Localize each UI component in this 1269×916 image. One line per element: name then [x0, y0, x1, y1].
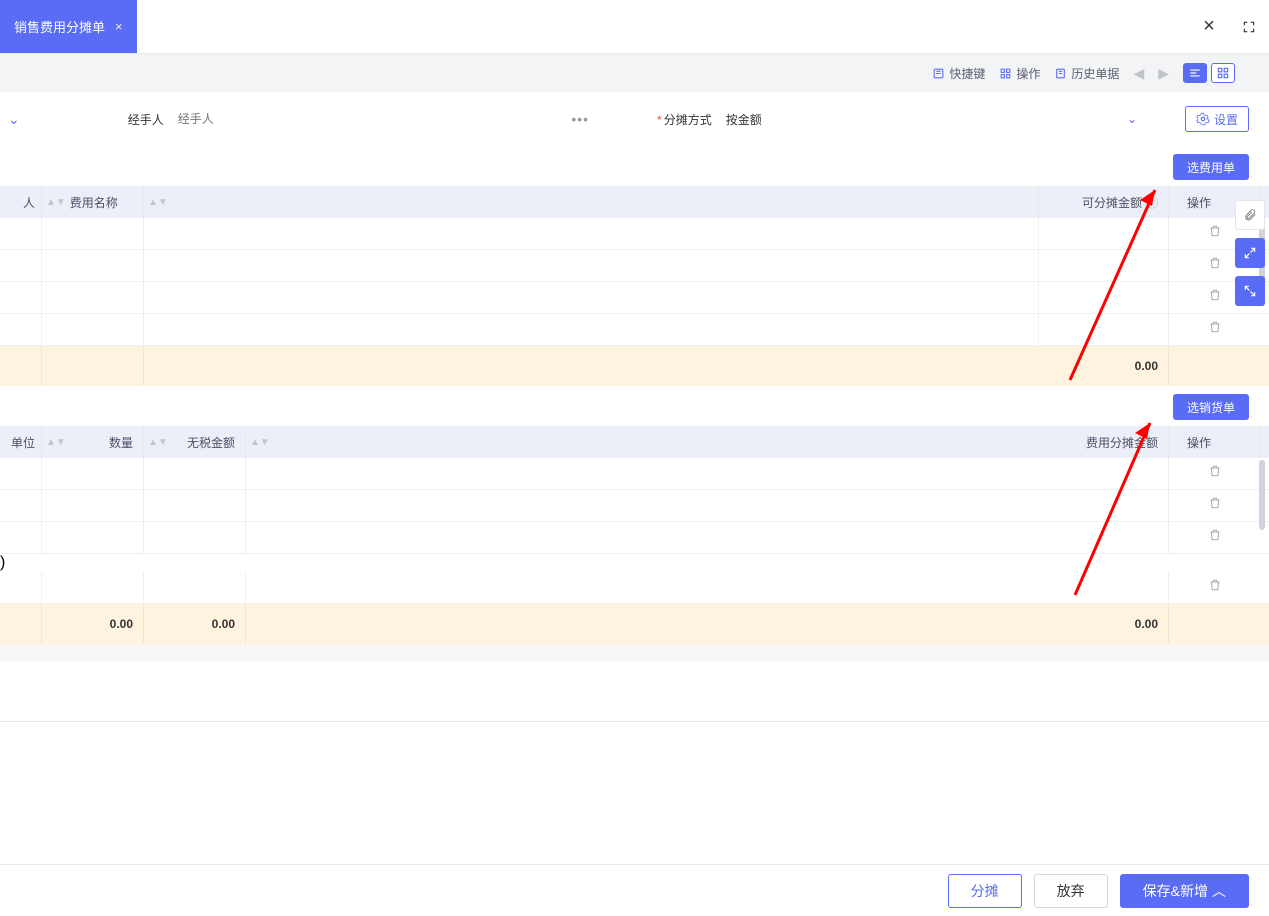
method-label: *分摊方式 — [657, 111, 712, 128]
tab-bar: 销售费用分摊单 × × — [0, 0, 1269, 54]
footer: 分摊 放弃 保存&新增︿ — [0, 864, 1269, 916]
tab-close-icon[interactable]: × — [115, 19, 123, 34]
sum-alloc: 0.00 — [1135, 359, 1158, 373]
col-d: 操作 — [1187, 194, 1211, 211]
save-new-button[interactable]: 保存&新增︿ — [1120, 874, 1249, 908]
sales-grid-body: ) — [0, 458, 1269, 604]
table-row[interactable] — [0, 250, 1269, 282]
delete-icon[interactable] — [1208, 320, 1222, 339]
table-row[interactable] — [0, 572, 1269, 604]
col-d: 费用分摊金额 — [1086, 434, 1158, 451]
table-row[interactable] — [0, 282, 1269, 314]
col-c: 无税金额 — [187, 434, 235, 451]
fullscreen-icon[interactable] — [1229, 0, 1269, 53]
delete-icon[interactable] — [1208, 496, 1222, 515]
expense-grid-sum: 0.00 — [0, 346, 1269, 386]
form-row: ⌄ 经手人 ••• *分摊方式 ⌄ 设置 — [0, 92, 1269, 146]
expand-in-icon[interactable] — [1235, 276, 1265, 306]
expense-grid-header: 人 ▲▼ 费用名称 ▲▼ 可分摊金额ⓘ 操作 — [0, 186, 1269, 218]
delete-icon[interactable] — [1208, 528, 1222, 547]
delete-icon[interactable] — [1208, 578, 1222, 597]
sort-icon[interactable]: ▲▼ — [46, 200, 66, 205]
operate-label: 操作 — [1016, 65, 1040, 82]
history-label: 历史单据 — [1071, 65, 1119, 82]
discard-button[interactable]: 放弃 — [1034, 874, 1108, 908]
operate-link[interactable]: 操作 — [999, 65, 1040, 82]
view-mode-toggle — [1183, 63, 1235, 83]
spacer — [0, 644, 1269, 662]
method-field[interactable]: ⌄ — [726, 112, 1137, 126]
prev-arrow-icon[interactable]: ◀ — [1133, 65, 1144, 82]
expense-grid: 人 ▲▼ 费用名称 ▲▼ 可分摊金额ⓘ 操作 0.00 — [0, 186, 1269, 386]
allocate-button[interactable]: 分摊 — [948, 874, 1022, 908]
col-a: 单位 — [11, 434, 35, 451]
table-row[interactable] — [0, 522, 1269, 554]
settings-label: 设置 — [1214, 111, 1238, 128]
shortcut-label: 快捷键 — [949, 65, 985, 82]
scrollbar[interactable] — [1259, 460, 1265, 530]
col-b: 费用名称 — [70, 194, 118, 211]
sum-qty: 0.00 — [110, 617, 133, 631]
next-arrow-icon[interactable]: ▶ — [1158, 65, 1169, 82]
note-area — [0, 662, 1269, 722]
close-button[interactable]: × — [1189, 0, 1229, 53]
settings-button[interactable]: 设置 — [1185, 106, 1249, 132]
expand-chevron-icon[interactable]: ⌄ — [8, 111, 20, 128]
view-grid-icon[interactable] — [1211, 63, 1235, 83]
method-dropdown-icon[interactable]: ⌄ — [1127, 112, 1137, 126]
delete-icon[interactable] — [1208, 464, 1222, 483]
table-row[interactable] — [0, 218, 1269, 250]
tab-title: 销售费用分摊单 — [14, 17, 105, 36]
chevron-up-icon: ︿ — [1212, 881, 1226, 901]
col-e: 操作 — [1187, 434, 1211, 451]
delete-icon[interactable] — [1208, 256, 1222, 275]
sales-grid-sum: 0.00 0.00 0.00 — [0, 604, 1269, 644]
table-row[interactable] — [0, 314, 1269, 346]
handler-label: 经手人 — [128, 111, 164, 128]
handler-picker-icon[interactable]: ••• — [571, 111, 589, 127]
col-c: 可分摊金额 — [1082, 194, 1142, 211]
delete-icon[interactable] — [1208, 288, 1222, 307]
sum-alloc: 0.00 — [1135, 617, 1158, 631]
col-b: 数量 — [109, 434, 133, 451]
handler-field[interactable]: ••• — [178, 111, 589, 127]
sort-icon[interactable]: ▲▼ — [250, 440, 270, 445]
col-a: 人 — [23, 194, 35, 211]
history-link[interactable]: 历史单据 — [1054, 65, 1119, 82]
sales-grid-header: 单位 ▲▼ 数量 ▲▼ 无税金额 ▲▼ 费用分摊金额 操作 — [0, 426, 1269, 458]
sort-icon[interactable]: ▲▼ — [46, 440, 66, 445]
expense-grid-body — [0, 218, 1269, 346]
expand-out-icon[interactable] — [1235, 238, 1265, 268]
select-expense-button[interactable]: 选费用单 — [1173, 154, 1249, 180]
attachment-icon[interactable] — [1235, 200, 1265, 230]
toolbar: 快捷键 操作 历史单据 ◀ ▶ — [0, 54, 1269, 92]
delete-icon[interactable] — [1208, 224, 1222, 243]
view-list-icon[interactable] — [1183, 63, 1207, 83]
shortcut-link[interactable]: 快捷键 — [932, 65, 985, 82]
sort-icon[interactable]: ▲▼ — [148, 440, 168, 445]
tab-active[interactable]: 销售费用分摊单 × — [0, 0, 137, 53]
sort-icon[interactable]: ▲▼ — [148, 200, 168, 205]
sum-notax: 0.00 — [212, 617, 235, 631]
select-sales-button[interactable]: 选销货单 — [1173, 394, 1249, 420]
method-input[interactable] — [726, 112, 1127, 126]
table-row[interactable] — [0, 490, 1269, 522]
sales-grid: 单位 ▲▼ 数量 ▲▼ 无税金额 ▲▼ 费用分摊金额 操作 ) 0.00 0.00 0… — [0, 426, 1269, 644]
side-rail — [1235, 200, 1269, 306]
table-row[interactable] — [0, 458, 1269, 490]
handler-input[interactable] — [178, 112, 572, 126]
info-icon[interactable]: ⓘ — [1146, 194, 1158, 211]
